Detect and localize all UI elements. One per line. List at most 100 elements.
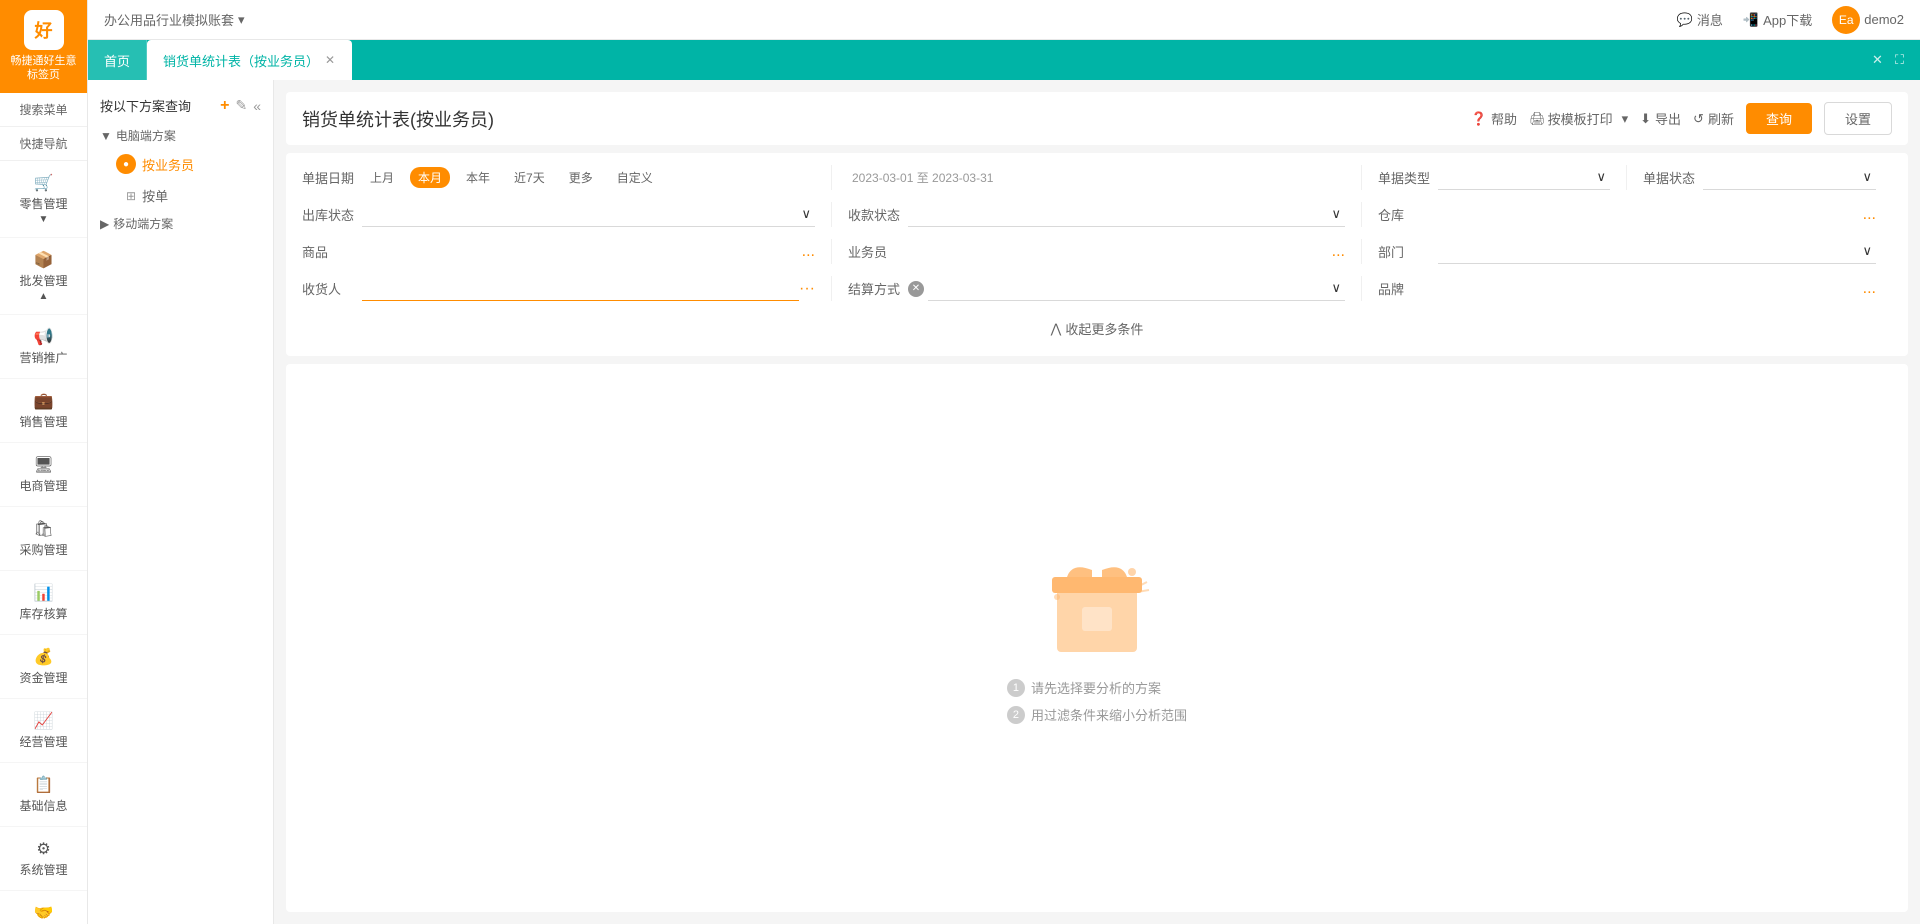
export-btn[interactable]: ⬇ 导出 — [1640, 109, 1681, 128]
refresh-icon: ↺ — [1693, 111, 1704, 127]
messages-btn[interactable]: 💬 消息 — [1677, 10, 1723, 29]
sidebar-item-ecommerce[interactable]: 🖥 电商管理 — [0, 443, 87, 507]
messages-icon: 💬 — [1677, 12, 1693, 28]
filter-settlement: 结算方式 ✕ ∨ — [832, 276, 1362, 301]
sidebar-logo[interactable]: 好 畅捷通好生意 标签页 — [0, 0, 87, 93]
industry-selector[interactable]: 办公用品行业模拟账套 ▾ — [104, 10, 245, 29]
collapse-more-btn[interactable]: ⋀ 收起更多条件 — [302, 313, 1892, 344]
product-more-btn[interactable]: ... — [802, 243, 815, 261]
date-btn-custom[interactable]: 自定义 — [609, 167, 661, 188]
salesperson-more-btn[interactable]: ... — [1332, 243, 1345, 261]
main-area: 办公用品行业模拟账套 ▾ 💬 消息 📲 App下载 Ea demo2 首页 — [88, 0, 1920, 924]
filter-doc-status: 单据状态 ∨ — [1627, 165, 1892, 190]
receiver-label: 收货人 — [302, 279, 362, 298]
settlement-clear-btn[interactable]: ✕ — [908, 281, 924, 297]
warehouse-more-btn[interactable]: ... — [1863, 206, 1876, 224]
tab-maximize-icon[interactable]: ⛶ — [1895, 52, 1904, 68]
sidebar-item-finance[interactable]: 💰 资金管理 — [0, 635, 87, 699]
content-area: 按以下方案查询 + ✎ « ▼ 电脑端方案 ● 按业务员 ⊞ 按单 ▶ — [88, 80, 1920, 924]
salesperson-label: 业务员 — [848, 242, 908, 261]
date-label: 单据日期 — [302, 168, 362, 187]
empty-hints: 1 请先选择要分析的方案 2 用过滤条件来缩小分析范围 — [1007, 678, 1187, 724]
right-main: 销货单统计表(按业务员) ❓ 帮助 🖨 按模板打印 ▾ ⬇ 导出 — [274, 80, 1920, 924]
settlement-dropdown-icon: ∨ — [1331, 280, 1341, 296]
date-btn-this-year[interactable]: 本年 — [458, 167, 498, 188]
sidebar-item-retail[interactable]: 🛒 零售管理 ▼ — [0, 161, 87, 238]
retail-icon: 🛒 — [34, 173, 54, 193]
date-btn-last-month[interactable]: 上月 — [362, 167, 402, 188]
doc-type-select[interactable]: ∨ — [1438, 165, 1610, 190]
header-left: 办公用品行业模拟账套 ▾ — [104, 10, 245, 29]
add-scheme-btn[interactable]: + — [220, 97, 229, 115]
brand-more-btn[interactable]: ... — [1863, 280, 1876, 298]
settlement-select[interactable]: ∨ — [928, 276, 1345, 301]
doc-status-select[interactable]: ∨ — [1703, 165, 1876, 190]
tab-close-btn[interactable]: ✕ — [325, 53, 335, 67]
out-status-dropdown-icon: ∨ — [801, 206, 811, 222]
tab-bar: 首页 销货单统计表（按业务员） ✕ ✕ ⛶ — [88, 40, 1920, 80]
tree-group-arrow-mobile: ▶ — [100, 217, 109, 231]
sidebar-item-sales[interactable]: 💼 销售管理 — [0, 379, 87, 443]
sidebar-item-purchase[interactable]: 🛍 采购管理 — [0, 507, 87, 571]
product-label: 商品 — [302, 242, 362, 261]
sidebar-item-inventory[interactable]: 📊 库存核算 — [0, 571, 87, 635]
filter-product: 商品 ... — [302, 239, 832, 264]
header-right: 💬 消息 📲 App下载 Ea demo2 — [1677, 6, 1904, 34]
refresh-btn[interactable]: ↺ 刷新 — [1693, 109, 1734, 128]
user-profile[interactable]: Ea demo2 — [1832, 6, 1904, 34]
hint-num-2: 2 — [1007, 706, 1025, 724]
sidebar-item-operations[interactable]: 📈 经营管理 — [0, 699, 87, 763]
help-btn[interactable]: ❓ 帮助 — [1471, 109, 1517, 128]
empty-illustration — [1037, 552, 1157, 662]
edit-scheme-btn[interactable]: ✎ — [235, 97, 247, 114]
sidebar-item-basic-info[interactable]: 📋 基础信息 — [0, 763, 87, 827]
tree-item-by-order[interactable]: ⊞ 按单 — [88, 180, 273, 211]
date-btn-last-7days[interactable]: 近7天 — [506, 167, 553, 188]
wholesale-arrow: ▲ — [39, 291, 49, 302]
empty-state: 1 请先选择要分析的方案 2 用过滤条件来缩小分析范围 — [286, 364, 1908, 912]
left-panel-actions: + ✎ « — [220, 97, 261, 115]
sales-icon: 💼 — [34, 391, 54, 411]
receiver-input[interactable] — [362, 277, 799, 301]
receiver-more-btn[interactable]: ··· — [799, 280, 815, 298]
filter-row-1: 单据日期 上月 本月 本年 近7天 更多 自定义 2023-03-01 至 20… — [302, 165, 1892, 190]
doc-type-dropdown-icon: ∨ — [1596, 169, 1606, 185]
date-range-display: 2023-03-01 至 2023-03-31 — [852, 169, 993, 186]
hint-num-1: 1 — [1007, 679, 1025, 697]
settings-btn[interactable]: 设置 — [1824, 102, 1892, 135]
out-status-select[interactable]: ∨ — [362, 202, 815, 227]
sidebar-item-wholesale[interactable]: 📦 批发管理 ▲ — [0, 238, 87, 315]
date-btn-this-month[interactable]: 本月 — [410, 167, 450, 188]
tab-home[interactable]: 首页 — [88, 40, 147, 80]
filter-row-2: 出库状态 ∨ 收款状态 ∨ 仓库 ... — [302, 202, 1892, 227]
print-dropdown-arrow[interactable]: ▾ — [1615, 111, 1629, 127]
doc-status-dropdown-icon: ∨ — [1862, 169, 1872, 185]
industry-dropdown-icon: ▾ — [238, 12, 245, 28]
filter-department: 部门 ∨ — [1362, 239, 1892, 264]
left-panel-header: 按以下方案查询 + ✎ « — [88, 88, 273, 123]
sidebar-search[interactable]: 搜索菜单 — [0, 93, 87, 127]
sidebar-item-collab[interactable]: 🤝 企业协同 — [0, 891, 87, 924]
logo-text: 畅捷通好生意 标签页 — [11, 54, 77, 83]
date-btn-more[interactable]: 更多 — [561, 167, 601, 188]
department-select[interactable]: ∨ — [1438, 239, 1876, 264]
query-btn[interactable]: 查询 — [1746, 103, 1812, 134]
tab-close-window-icon[interactable]: ✕ — [1872, 52, 1883, 68]
collect-status-select[interactable]: ∨ — [908, 202, 1345, 227]
tab-sales-stat[interactable]: 销货单统计表（按业务员） ✕ — [147, 40, 352, 80]
sidebar-quick-nav[interactable]: 快捷导航 — [0, 127, 87, 161]
tree-item-by-salesperson[interactable]: ● 按业务员 — [88, 148, 273, 180]
print-btn[interactable]: 🖨 按模板打印 ▾ — [1529, 109, 1628, 128]
app-download-btn[interactable]: 📲 App下载 — [1743, 10, 1812, 29]
sidebar-item-marketing[interactable]: 📢 营销推广 — [0, 315, 87, 379]
sidebar-item-system[interactable]: ⚙ 系统管理 — [0, 827, 87, 891]
filter-out-status: 出库状态 ∨ — [302, 202, 832, 227]
operations-icon: 📈 — [34, 711, 54, 731]
doc-type-label: 单据类型 — [1378, 168, 1438, 187]
filter-warehouse: 仓库 ... — [1362, 202, 1892, 227]
filter-area: 单据日期 上月 本月 本年 近7天 更多 自定义 2023-03-01 至 20… — [286, 153, 1908, 356]
brand-label: 品牌 — [1378, 279, 1438, 298]
collapse-panel-btn[interactable]: « — [253, 98, 261, 114]
basic-info-icon: 📋 — [34, 775, 54, 795]
tab-window-controls: ✕ ⛶ — [1856, 52, 1920, 68]
